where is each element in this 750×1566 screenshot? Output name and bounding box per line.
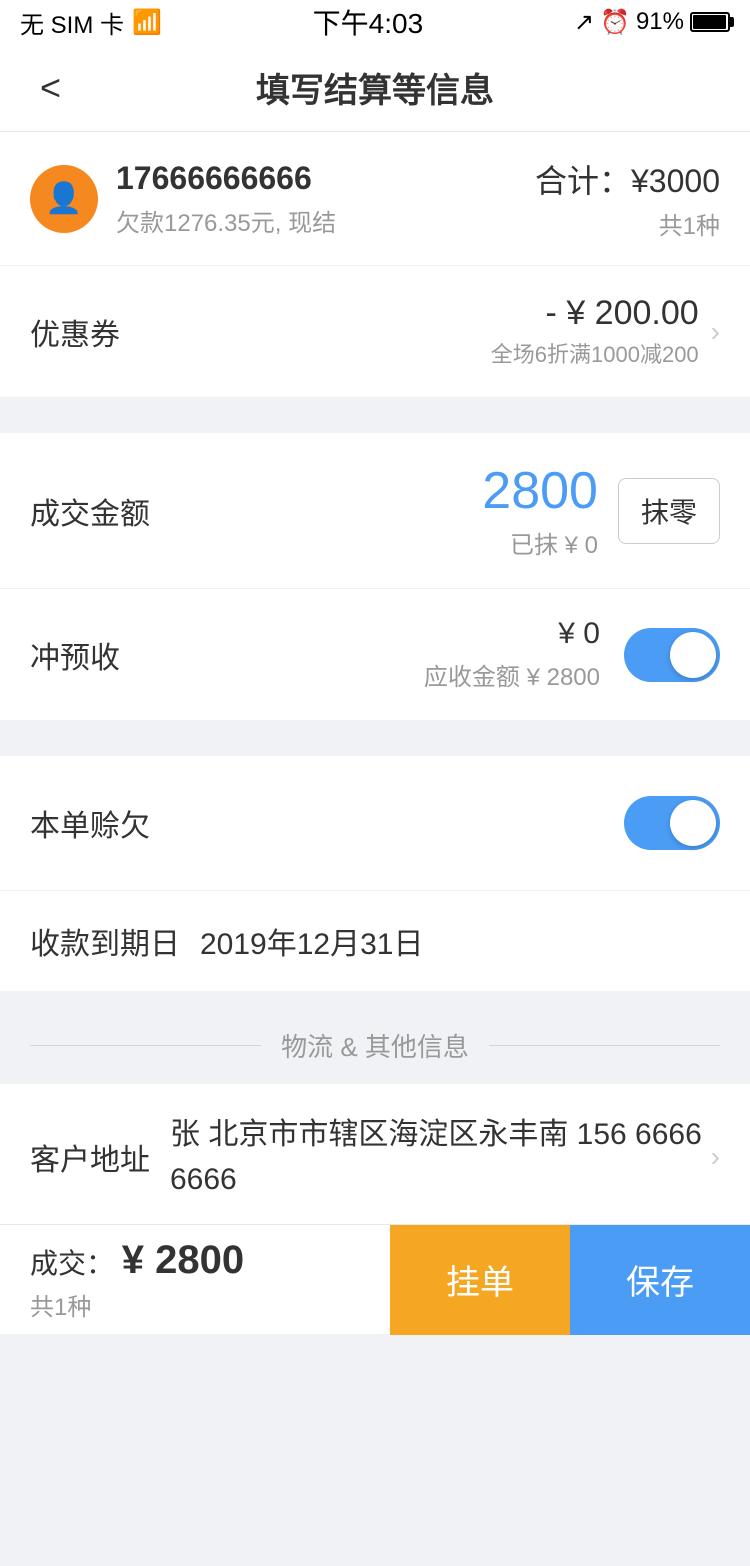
bottom-deal-row: 成交： ¥ 2800 <box>30 1238 360 1283</box>
transaction-label: 成交金额 <box>30 489 150 533</box>
coupon-label: 优惠券 <box>30 310 120 354</box>
coupon-desc: 全场6折满1000减200 <box>491 337 699 369</box>
status-time: 下午4:03 <box>313 2 424 42</box>
duedate-label: 收款到期日 <box>30 919 180 963</box>
address-row[interactable]: 客户地址 张 北京市市辖区海淀区永丰南 156 6666 6666 › <box>0 1084 750 1230</box>
customer-left: 👤 17666666666 欠款1276.35元, 现结 <box>30 160 336 238</box>
coupon-right: - ¥ 200.00 全场6折满1000减200 › <box>491 294 720 369</box>
transaction-rounded: 已抹 ¥ 0 <box>482 525 598 560</box>
credit-toggle[interactable] <box>624 796 720 850</box>
prepaid-label: 冲预收 <box>30 633 120 677</box>
coupon-row[interactable]: 优惠券 - ¥ 200.00 全场6折满1000减200 › <box>0 265 750 397</box>
customer-section: 👤 17666666666 欠款1276.35元, 现结 合计：¥3000 共1… <box>0 132 750 397</box>
nav-bar: < 填写结算等信息 <box>0 44 750 132</box>
battery-percent: 91% <box>636 8 684 36</box>
customer-row: 👤 17666666666 欠款1276.35元, 现结 合计：¥3000 共1… <box>0 132 750 265</box>
address-label: 客户地址 <box>30 1135 150 1179</box>
avatar-icon: 👤 <box>45 181 82 216</box>
transaction-right: 2800 已抹 ¥ 0 抹零 <box>482 461 720 560</box>
prepaid-right: ¥ 0 应收金额 ¥ 2800 <box>424 617 720 692</box>
back-button[interactable]: < <box>30 57 71 119</box>
prepaid-amounts: ¥ 0 应收金额 ¥ 2800 <box>424 617 600 692</box>
customer-phone: 17666666666 <box>116 160 336 197</box>
location-icon: ↗ <box>574 8 594 37</box>
address-chevron-icon: › <box>711 1141 720 1173</box>
sim-label: 无 SIM 卡 <box>20 5 124 40</box>
prepaid-receivable: 应收金额 ¥ 2800 <box>424 657 600 692</box>
transaction-amount: 2800 <box>482 461 598 521</box>
coupon-chevron-icon: › <box>711 316 720 348</box>
divider-line-left <box>30 1045 261 1046</box>
wifi-icon: 📶 <box>132 8 162 37</box>
customer-info: 17666666666 欠款1276.35元, 现结 <box>116 160 336 238</box>
prepaid-row: 冲预收 ¥ 0 应收金额 ¥ 2800 <box>0 588 750 720</box>
round-button[interactable]: 抹零 <box>618 478 720 544</box>
bottom-summary: 成交： ¥ 2800 共1种 <box>0 1238 390 1322</box>
bottom-deal-label: 成交： <box>30 1248 114 1279</box>
section-divider-1 <box>0 413 750 433</box>
credit-label: 本单赊欠 <box>30 801 150 845</box>
logistics-divider-text: 物流 & 其他信息 <box>281 1027 469 1064</box>
bottom-deal-amount: ¥ 2800 <box>122 1238 244 1282</box>
customer-right: 合计：¥3000 共1种 <box>535 156 720 241</box>
hold-button[interactable]: 挂单 <box>390 1225 570 1335</box>
transaction-section: 成交金额 2800 已抹 ¥ 0 抹零 冲预收 ¥ 0 应收金额 ¥ 2800 <box>0 433 750 720</box>
logistics-divider: 物流 & 其他信息 <box>0 1007 750 1084</box>
save-button[interactable]: 保存 <box>570 1225 750 1335</box>
coupon-discount: - ¥ 200.00 全场6折满1000减200 <box>491 294 699 369</box>
duedate-row: 收款到期日 2019年12月31日 <box>0 890 750 991</box>
address-value: 张 北京市市辖区海淀区永丰南 156 6666 6666 <box>170 1112 711 1202</box>
prepaid-value: ¥ 0 <box>424 617 600 651</box>
transaction-row: 成交金额 2800 已抹 ¥ 0 抹零 <box>0 433 750 588</box>
status-left: 无 SIM 卡 📶 <box>20 5 162 40</box>
customer-debt: 欠款1276.35元, 现结 <box>116 203 336 238</box>
status-right: ↗ ⏰ 91% <box>574 8 730 37</box>
divider-line-right <box>489 1045 720 1046</box>
alarm-icon: ⏰ <box>600 8 630 37</box>
credit-toggle-knob <box>670 800 716 846</box>
duedate-value: 2019年12月31日 <box>200 919 423 963</box>
battery-icon <box>690 12 730 32</box>
content-area: 👤 17666666666 欠款1276.35元, 现结 合计：¥3000 共1… <box>0 132 750 1566</box>
credit-row: 本单赊欠 <box>0 756 750 890</box>
status-bar: 无 SIM 卡 📶 下午4:03 ↗ ⏰ 91% <box>0 0 750 44</box>
credit-section: 本单赊欠 收款到期日 2019年12月31日 <box>0 756 750 991</box>
bottom-bar: 成交： ¥ 2800 共1种 挂单 保存 <box>0 1224 750 1334</box>
coupon-amount: - ¥ 200.00 <box>491 294 699 333</box>
total-amount: 合计：¥3000 <box>535 156 720 202</box>
section-divider-2 <box>0 736 750 756</box>
page-title: 填写结算等信息 <box>256 63 494 112</box>
avatar: 👤 <box>30 165 98 233</box>
prepaid-toggle[interactable] <box>624 628 720 682</box>
total-count: 共1种 <box>535 206 720 241</box>
bottom-count: 共1种 <box>30 1287 360 1322</box>
toggle-knob <box>670 632 716 678</box>
transaction-amount-wrap: 2800 已抹 ¥ 0 <box>482 461 598 560</box>
address-section: 客户地址 张 北京市市辖区海淀区永丰南 156 6666 6666 › <box>0 1084 750 1230</box>
